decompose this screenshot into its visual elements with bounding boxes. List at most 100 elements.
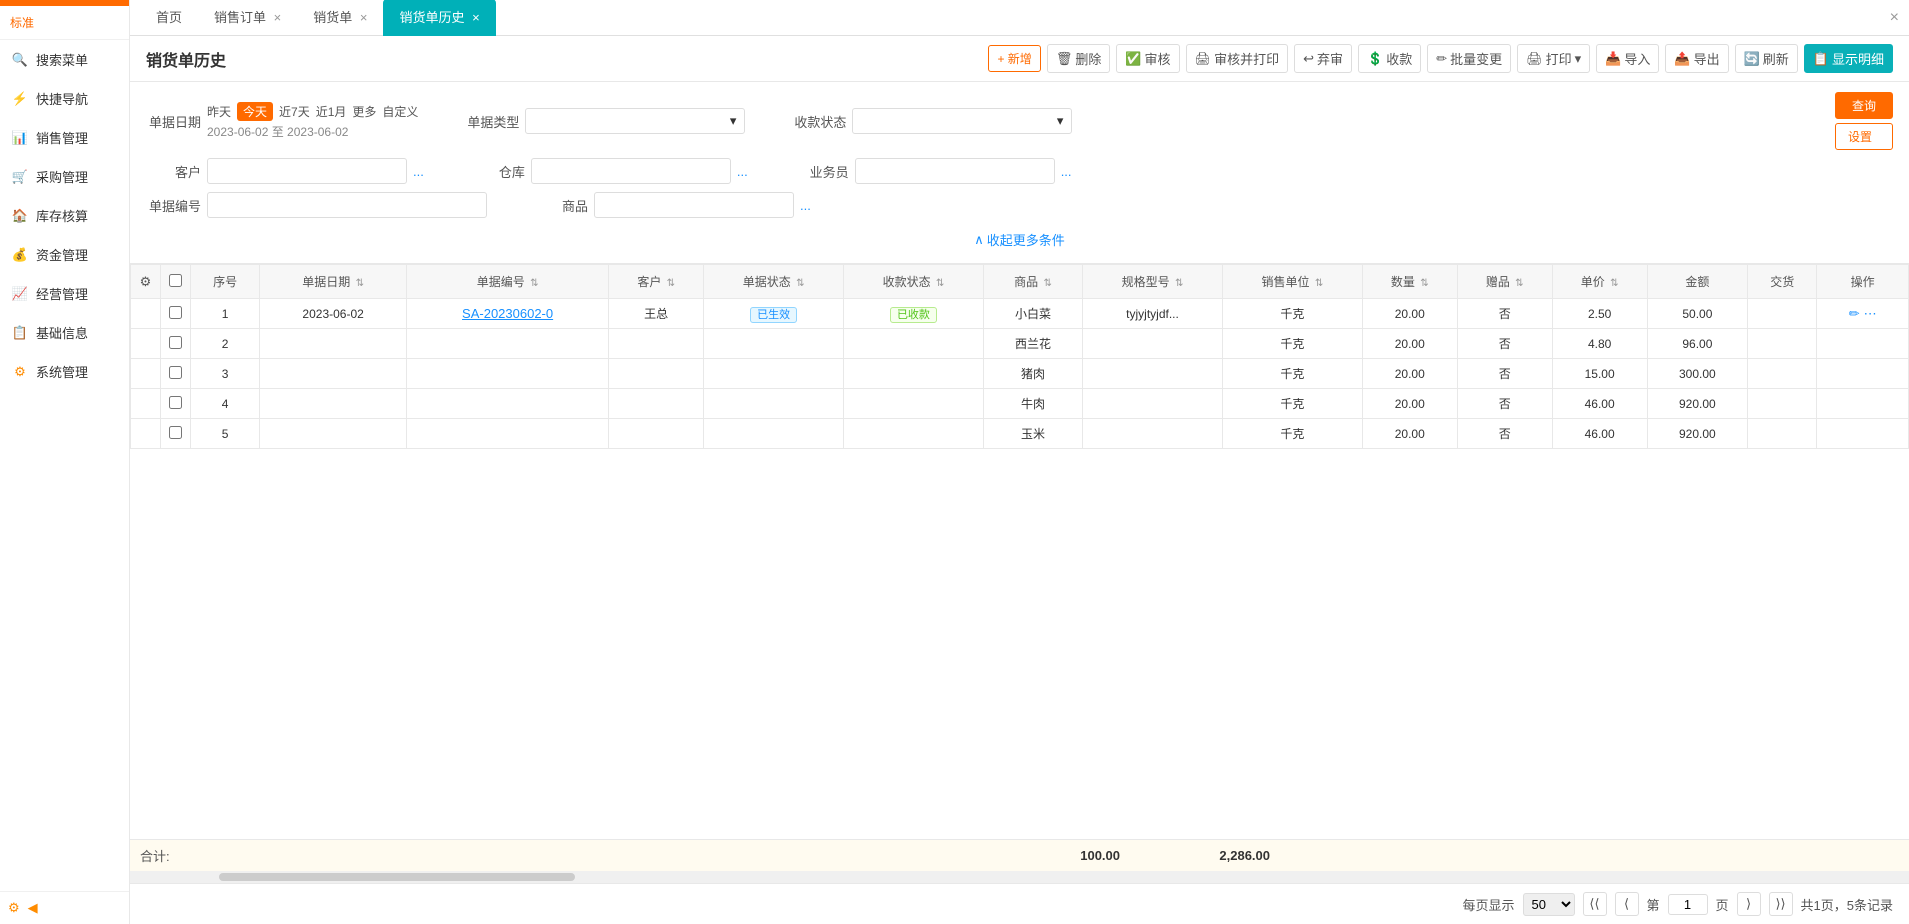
horizontal-scrollbar[interactable] (130, 871, 1909, 883)
show-detail-button[interactable]: 📋 显示明细 (1804, 44, 1893, 73)
th-docno[interactable]: 单据编号 ⇅ (406, 265, 608, 299)
th-date[interactable]: 单据日期 ⇅ (260, 265, 407, 299)
tab-sales-history[interactable]: 销货单历史 × (383, 0, 495, 36)
td-checkbox[interactable] (161, 329, 191, 359)
pager-first-btn[interactable]: ⟨⟨ (1583, 892, 1607, 916)
th-goods[interactable]: 商品 ⇅ (983, 265, 1082, 299)
customer-select-btn[interactable]: ... (413, 164, 424, 179)
th-qty[interactable]: 数量 ⇅ (1362, 265, 1457, 299)
settings-button[interactable]: 设置 (1835, 123, 1893, 150)
th-unit[interactable]: 销售单位 ⇅ (1222, 265, 1362, 299)
th-gift[interactable]: 赠品 ⇅ (1457, 265, 1552, 299)
delete-button[interactable]: 🗑 删除 (1047, 44, 1111, 73)
doc-no-link[interactable]: SA-20230602-0 (462, 306, 553, 321)
page-input[interactable] (1668, 894, 1708, 915)
sidebar-item-search[interactable]: 🔍 搜索菜单 (0, 40, 129, 79)
collect-status-select[interactable]: ▾ (852, 108, 1072, 134)
import-button[interactable]: 📥 导入 (1596, 44, 1659, 73)
td-checkbox[interactable] (161, 389, 191, 419)
doc-no-input[interactable] (207, 192, 487, 218)
pager-prev-btn[interactable]: ⟨ (1615, 892, 1639, 916)
goods-select-btn[interactable]: ... (800, 198, 811, 213)
date-filter-label: 单据日期 (146, 112, 201, 131)
th-collectstatus[interactable]: 收款状态 ⇅ (844, 265, 984, 299)
sidebar-collapse-icon[interactable]: ◀ (28, 900, 38, 916)
agent-input[interactable] (855, 158, 1055, 184)
batch-change-icon: ✏ (1436, 51, 1447, 67)
td-settings (131, 299, 161, 329)
row-checkbox[interactable] (169, 396, 182, 409)
td-checkbox[interactable] (161, 299, 191, 329)
th-checkbox[interactable] (161, 265, 191, 299)
td-qty: 20.00 (1362, 389, 1457, 419)
td-date (260, 329, 407, 359)
agent-select-btn[interactable]: ... (1061, 164, 1072, 179)
main-area: 首页 销售订单 × 销货单 × 销货单历史 × × 销货单历史 + 新增 🗑 删… (130, 0, 1909, 924)
scrollbar-thumb[interactable] (219, 873, 575, 881)
sidebar-logo: 标准 (0, 6, 129, 40)
tab-sales-order[interactable]: 销售订单 × (198, 0, 297, 36)
th-customer[interactable]: 客户 ⇅ (609, 265, 704, 299)
tab-home[interactable]: 首页 (140, 0, 198, 36)
goods-input[interactable] (594, 192, 794, 218)
tab-sales-delivery-close[interactable]: × (360, 10, 368, 25)
review-print-button[interactable]: 🖨 审核并打印 (1186, 44, 1289, 73)
tab-sales-history-close[interactable]: × (472, 10, 480, 25)
sidebar-settings-icon[interactable]: ⚙ (8, 900, 20, 916)
td-checkbox[interactable] (161, 359, 191, 389)
row-checkbox[interactable] (169, 306, 182, 319)
row-checkbox[interactable] (169, 426, 182, 439)
settings-th-icon: ⚙ (140, 274, 152, 289)
select-all-checkbox[interactable] (169, 274, 182, 287)
close-all-tabs-button[interactable]: × (1890, 9, 1899, 27)
footer-total-qty: 100.00 (1040, 848, 1120, 863)
more-op-btn[interactable]: ⋯ (1864, 306, 1877, 321)
th-settings[interactable]: ⚙ (131, 265, 161, 299)
warehouse-input[interactable] (531, 158, 731, 184)
query-button[interactable]: 查询 (1835, 92, 1893, 119)
shortcut-yesterday[interactable]: 昨天 (207, 103, 231, 120)
per-page-select[interactable]: 50 100 (1523, 893, 1575, 916)
sidebar-item-sales[interactable]: 📊 销售管理 (0, 118, 129, 157)
shortcut-custom[interactable]: 自定义 (382, 103, 418, 120)
collapse-button[interactable]: ∧ 收起更多条件 (974, 230, 1065, 249)
th-spec[interactable]: 规格型号 ⇅ (1083, 265, 1223, 299)
td-spec (1083, 389, 1223, 419)
review-button[interactable]: ✅ 审核 (1116, 44, 1179, 73)
th-price[interactable]: 单价 ⇅ (1552, 265, 1647, 299)
tab-sales-delivery[interactable]: 销货单 × (297, 0, 383, 36)
td-gift: 否 (1457, 359, 1552, 389)
sidebar-item-nav[interactable]: ⚡ 快捷导航 (0, 79, 129, 118)
shortcut-1month[interactable]: 近1月 (316, 103, 347, 120)
sidebar-item-system[interactable]: ⚙ 系统管理 (0, 352, 129, 391)
table-row: 1 2023-06-02 SA-20230602-0 王总 已生效 已收款 小白… (131, 299, 1909, 329)
print-button[interactable]: 🖨 打印 ▾ (1517, 44, 1590, 73)
sidebar-item-purchase[interactable]: 🛒 采购管理 (0, 157, 129, 196)
sidebar-item-info[interactable]: 📋 基础信息 (0, 313, 129, 352)
sidebar-item-finance[interactable]: 💰 资金管理 (0, 235, 129, 274)
shortcut-today[interactable]: 今天 (237, 102, 273, 121)
export-button[interactable]: 📤 导出 (1665, 44, 1728, 73)
shortcut-more[interactable]: 更多 (352, 103, 376, 120)
edit-op-btn[interactable]: ✏ (1849, 306, 1860, 321)
pager-last-btn[interactable]: ⟩⟩ (1769, 892, 1793, 916)
sidebar-item-manage[interactable]: 📈 经营管理 (0, 274, 129, 313)
row-checkbox[interactable] (169, 366, 182, 379)
refresh-button[interactable]: 🔄 刷新 (1735, 44, 1798, 73)
batch-change-button[interactable]: ✏ 批量变更 (1427, 44, 1511, 73)
abandon-button[interactable]: ↩ 弃审 (1294, 44, 1352, 73)
doc-type-select[interactable]: ▾ (525, 108, 745, 134)
th-docstatus[interactable]: 单据状态 ⇅ (704, 265, 844, 299)
row-checkbox[interactable] (169, 336, 182, 349)
customer-input[interactable] (207, 158, 407, 184)
shortcut-7days[interactable]: 近7天 (279, 103, 310, 120)
warehouse-select-btn[interactable]: ... (737, 164, 748, 179)
new-button[interactable]: + 新增 (988, 45, 1040, 72)
sidebar: 标准 🔍 搜索菜单 ⚡ 快捷导航 📊 销售管理 🛒 采购管理 🏠 库存核算 💰 … (0, 0, 130, 924)
tab-sales-order-close[interactable]: × (274, 10, 282, 25)
td-checkbox[interactable] (161, 419, 191, 449)
sidebar-item-inventory[interactable]: 🏠 库存核算 (0, 196, 129, 235)
toolbar: + 新增 🗑 删除 ✅ 审核 🖨 审核并打印 ↩ 弃审 💲 收款 (988, 44, 1893, 73)
pager-next-btn[interactable]: ⟩ (1737, 892, 1761, 916)
collect-button[interactable]: 💲 收款 (1358, 44, 1421, 73)
